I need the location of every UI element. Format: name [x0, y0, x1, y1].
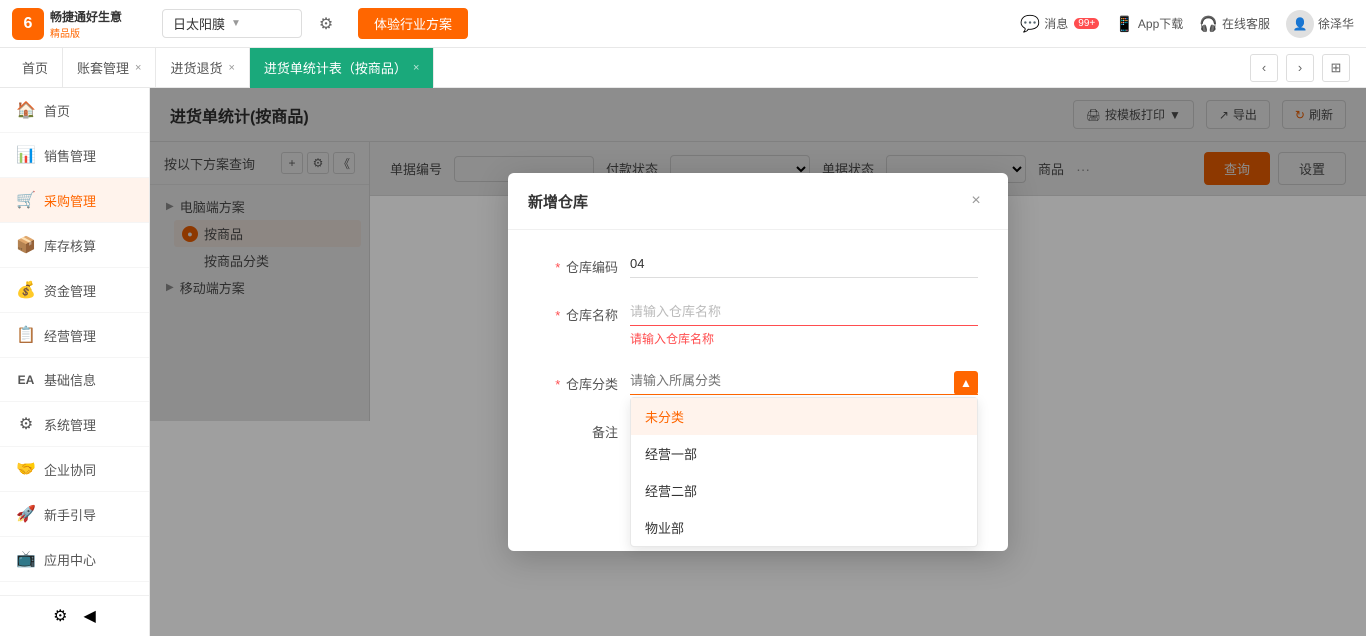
category-label: * 仓库分类 [538, 367, 618, 393]
sidebar-item-finance[interactable]: 💰 资金管理 [0, 268, 149, 313]
category-field: ▲ 未分类 经营一部 经营二部 物业部 [630, 367, 978, 395]
settings-icon[interactable]: ⚙ [310, 8, 342, 40]
modal-header: 新增仓库 × [508, 173, 1008, 230]
category-dropdown-btn[interactable]: ▲ [954, 371, 978, 395]
sidebar-item-inventory[interactable]: 📦 库存核算 [0, 223, 149, 268]
tab-action-prev[interactable]: ‹ [1250, 54, 1278, 82]
close-tab-accounts[interactable]: × [135, 62, 141, 74]
sidebar-item-apps[interactable]: 📺 应用中心 [0, 537, 149, 582]
form-row-name: * 仓库名称 请输入仓库名称 [538, 298, 978, 347]
apps-icon: 📺 [16, 549, 36, 569]
tab-returns[interactable]: 进货退货 × [156, 48, 249, 88]
new-warehouse-modal: 新增仓库 × * 仓库编码 [508, 173, 1008, 551]
finance-icon: 💰 [16, 280, 36, 300]
form-row-category: * 仓库分类 ▲ 未分类 经营一部 经营二部 物业部 [538, 367, 978, 395]
logo-icon: 6 [12, 8, 44, 40]
notifications-btn[interactable]: 💬 消息 99+ [1020, 14, 1099, 34]
dropdown-item-property[interactable]: 物业部 [631, 509, 977, 546]
sidebar-item-operations[interactable]: 📋 经营管理 [0, 313, 149, 358]
code-input[interactable] [630, 250, 978, 278]
tabbar: 首页 账套管理 × 进货退货 × 进货单统计表（按商品） × ‹ › ⊞ [0, 48, 1366, 88]
collab-icon: 🤝 [16, 459, 36, 479]
sidebar: 🏠 首页 📊 销售管理 🛒 采购管理 📦 库存核算 💰 资金管理 📋 经 [0, 88, 150, 636]
modal-close-button[interactable]: × [964, 189, 988, 213]
avatar: 👤 [1286, 10, 1314, 38]
modal-overlay: 新增仓库 × * 仓库编码 [150, 88, 1366, 636]
modal-body: * 仓库编码 * 仓库名称 [508, 230, 1008, 483]
sidebar-item-collab[interactable]: 🤝 企业协同 [0, 447, 149, 492]
dropdown-item-uncategorized[interactable]: 未分类 [631, 398, 977, 435]
user-profile[interactable]: 👤 徐泽华 [1286, 10, 1354, 38]
notes-label: 备注 [538, 415, 618, 441]
close-tab-returns[interactable]: × [228, 62, 234, 74]
sidebar-item-guide[interactable]: 🚀 新手引导 [0, 492, 149, 537]
sidebar-item-member[interactable]: V 畅会员 [0, 582, 149, 595]
category-dropdown: 未分类 经营一部 经营二部 物业部 [630, 397, 978, 547]
tab-accounts[interactable]: 账套管理 × [63, 48, 156, 88]
category-input[interactable] [630, 367, 978, 395]
sidebar-settings-icon[interactable]: ⚙ [53, 606, 67, 626]
home-icon: 🏠 [16, 100, 36, 120]
tab-action-next[interactable]: › [1286, 54, 1314, 82]
code-field [630, 250, 978, 278]
trial-button[interactable]: 体验行业方案 [358, 8, 468, 39]
sidebar-item-purchase[interactable]: 🛒 采购管理 [0, 178, 149, 223]
name-error-msg: 请输入仓库名称 [630, 330, 978, 347]
basic-info-icon: EA [16, 373, 36, 387]
guide-icon: 🚀 [16, 504, 36, 524]
sidebar-footer: ⚙ ◀ [0, 595, 149, 636]
form-row-code: * 仓库编码 [538, 250, 978, 278]
name-label: * 仓库名称 [538, 298, 618, 324]
tabbar-actions: ‹ › ⊞ [1250, 54, 1358, 82]
name-field: 请输入仓库名称 [630, 298, 978, 347]
modal-title: 新增仓库 [528, 191, 588, 212]
dropdown-item-dept1[interactable]: 经营一部 [631, 435, 977, 472]
logo-area: 6 畅捷通好生意 精品版 [12, 8, 162, 40]
inventory-icon: 📦 [16, 235, 36, 255]
operations-icon: 📋 [16, 325, 36, 345]
sidebar-item-home[interactable]: 🏠 首页 [0, 88, 149, 133]
content-area: 进货单统计(按商品) 🖨 按模板打印 ▼ ↗ 导出 ↻ 刷新 [150, 88, 1366, 636]
dropdown-item-dept2[interactable]: 经营二部 [631, 472, 977, 509]
main-layout: 🏠 首页 📊 销售管理 🛒 采购管理 📦 库存核算 💰 资金管理 📋 经 [0, 88, 1366, 636]
sales-icon: 📊 [16, 145, 36, 165]
tab-action-menu[interactable]: ⊞ [1322, 54, 1350, 82]
name-input[interactable] [630, 298, 978, 326]
system-icon: ⚙ [16, 414, 36, 434]
sidebar-toggle-icon[interactable]: ◀ [84, 606, 96, 626]
tab-home[interactable]: 首页 [8, 48, 63, 88]
sidebar-item-basic-info[interactable]: EA 基础信息 [0, 358, 149, 402]
code-label: * 仓库编码 [538, 250, 618, 276]
topbar-right: 💬 消息 99+ 📱 App下载 🎧 在线客服 👤 徐泽华 [1020, 10, 1354, 38]
store-selector[interactable]: 日太阳膜 ▼ [162, 9, 302, 38]
app-download-btn[interactable]: 📱 App下载 [1115, 15, 1183, 33]
tab-purchase-stats[interactable]: 进货单统计表（按商品） × [250, 48, 434, 88]
sidebar-item-sales[interactable]: 📊 销售管理 [0, 133, 149, 178]
sidebar-item-system[interactable]: ⚙ 系统管理 [0, 402, 149, 447]
topbar: 6 畅捷通好生意 精品版 日太阳膜 ▼ ⚙ 体验行业方案 💬 消息 99+ 📱 … [0, 0, 1366, 48]
close-tab-stats[interactable]: × [413, 62, 419, 74]
purchase-icon: 🛒 [16, 190, 36, 210]
online-service-btn[interactable]: 🎧 在线客服 [1199, 15, 1270, 33]
logo-text: 畅捷通好生意 精品版 [50, 8, 122, 40]
